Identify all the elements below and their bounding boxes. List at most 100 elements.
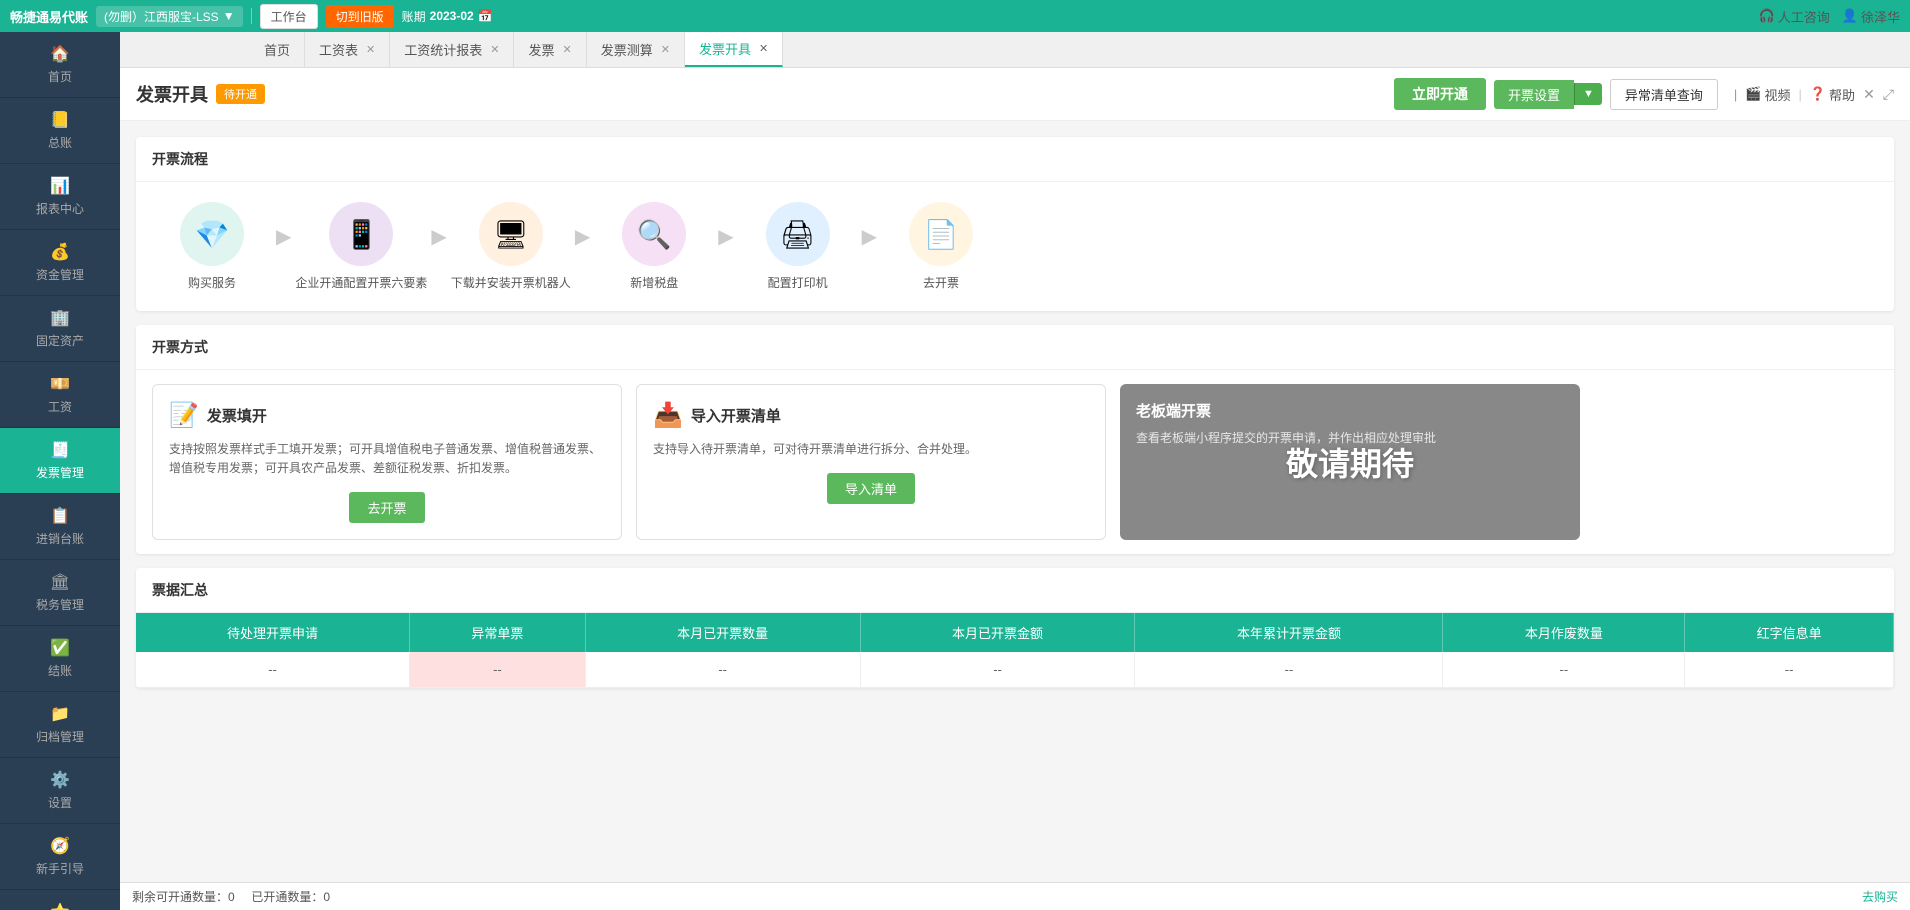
nav-tab-salary_report[interactable]: 工资统计报表✕ — [390, 32, 514, 67]
sidebar-label-invoice_mgmt: 发票管理 — [36, 464, 84, 481]
purchase-icon: 📋 — [50, 506, 70, 526]
tab-close-invoice_tool[interactable]: ✕ — [759, 42, 768, 55]
capital-icon: 💰 — [50, 242, 70, 262]
process-step-download[interactable]: 🖥 下载并安装开票机器人 — [451, 202, 571, 291]
tab-label-home: 首页 — [264, 40, 290, 59]
sidebar-label-reports: 报表中心 — [36, 200, 84, 217]
sidebar-item-invoice_mgmt[interactable]: 🧾发票管理 — [0, 428, 120, 494]
summary-val-4: -- — [1135, 652, 1443, 688]
import-list-button[interactable]: 导入清单 — [827, 473, 915, 504]
process-label-config: 企业开通配置开票六要素 — [295, 274, 427, 291]
user-avatar[interactable]: 👤 徐泽华 — [1842, 7, 1900, 26]
sidebar-item-settings[interactable]: ⚙️设置 — [0, 758, 120, 824]
process-section-header: 开票流程 — [136, 137, 1894, 182]
settings-button-arrow[interactable]: ▼ — [1574, 83, 1602, 105]
process-step-issue[interactable]: 📄 去开票 — [881, 202, 1001, 291]
tab-close-salary_table[interactable]: ✕ — [366, 43, 375, 56]
header-actions: 立即开通 开票设置 ▼ 异常清单查询 | 🎬 视频 | ❓ 帮助 ✕ ⤢ — [1394, 78, 1894, 110]
help-button[interactable]: ❓ 帮助 — [1810, 85, 1855, 104]
page-title-area: 发票开具 待开通 — [136, 81, 265, 107]
sidebar-item-capital[interactable]: 💰资金管理 — [0, 230, 120, 296]
tab-close-invoice_calc[interactable]: ✕ — [661, 43, 670, 56]
summary-table-head: 待处理开票申请异常单票本月已开票数量本月已开票金额本年累计开票金额本月作废数量红… — [136, 613, 1894, 652]
nav-tab-invoice[interactable]: 发票✕ — [514, 32, 586, 67]
settings-button-main[interactable]: 开票设置 — [1494, 80, 1574, 109]
process-step-config[interactable]: 📱 企业开通配置开票六要素 — [295, 202, 427, 291]
salary-icon: 💴 — [50, 374, 70, 394]
manual-icon: 📝 — [169, 401, 199, 430]
assets-icon: 🏢 — [50, 308, 70, 328]
sidebar-item-accounting[interactable]: ✅结账 — [0, 626, 120, 692]
nav-tab-salary_table[interactable]: 工资表✕ — [305, 32, 390, 67]
sidebar-item-ledger[interactable]: 📒总账 — [0, 98, 120, 164]
abnormal-query-button[interactable]: 异常清单查询 — [1610, 79, 1718, 110]
go-issue-button[interactable]: 去开票 — [349, 492, 424, 523]
process-arrow-4: ▶ — [862, 224, 877, 249]
process-flow: 💎 购买服务 ▶ 📱 企业开通配置开票六要素 ▶ 🖥 下载并安装开票机器人 ▶ … — [136, 182, 1894, 311]
resize-button[interactable]: ⤢ — [1883, 86, 1894, 103]
process-section: 开票流程 💎 购买服务 ▶ 📱 企业开通配置开票六要素 ▶ 🖥 下载并安装开票机… — [136, 137, 1894, 311]
sidebar-item-archive[interactable]: 📁 归档管理 — [0, 692, 120, 758]
archive-icon: 📁 — [50, 704, 70, 724]
company-name: (勿删）江西服宝-LSS — [104, 8, 219, 25]
guide-icon: 🧭 — [50, 836, 70, 856]
nav-tab-home[interactable]: 首页 — [250, 32, 305, 67]
top-bar-right: 🎧 人工咨询 👤 徐泽华 — [1759, 7, 1900, 26]
switch-version-button[interactable]: 切到旧版 — [326, 5, 394, 28]
separator: | — [1734, 87, 1737, 102]
summary-table-header-row: 待处理开票申请异常单票本月已开票数量本月已开票金额本年累计开票金额本月作废数量红… — [136, 613, 1894, 652]
sidebar-label-guide: 新手引导 — [36, 860, 84, 877]
process-arrow-1: ▶ — [431, 224, 446, 249]
tab-close-invoice[interactable]: ✕ — [563, 43, 572, 56]
summary-val-3: -- — [860, 652, 1135, 688]
summary-col-2: 本月已开票数量 — [585, 613, 860, 652]
remaining-quota: 剩余可开通数量：0 已开通数量：0 — [132, 888, 330, 905]
video-help-button[interactable]: 🎬 视频 — [1745, 85, 1790, 104]
sidebar-item-assets[interactable]: 🏢固定资产 — [0, 296, 120, 362]
issue-method-section-header: 开票方式 — [136, 325, 1894, 370]
summary-table: 待处理开票申请异常单票本月已开票数量本月已开票金额本年累计开票金额本月作废数量红… — [136, 613, 1894, 688]
buy-link[interactable]: 去购买 — [1862, 888, 1898, 905]
home-icon: 🏠 — [50, 44, 70, 64]
process-icon-buy_service: 💎 — [180, 202, 244, 266]
page-title: 发票开具 — [136, 81, 208, 107]
sidebar-item-home[interactable]: 🏠首页 — [0, 32, 120, 98]
close-tab-button[interactable]: ✕ — [1863, 86, 1875, 103]
nav-tab-invoice_calc[interactable]: 发票测算✕ — [587, 32, 685, 67]
process-step-add_taxboard[interactable]: 🔍 新增税盘 — [594, 202, 714, 291]
nav-tab-invoice_tool[interactable]: 发票开具 ✕ — [685, 32, 783, 67]
tab-close-salary_report[interactable]: ✕ — [490, 43, 499, 56]
summary-val-2: -- — [585, 652, 860, 688]
tab-label-invoice_tool: 发票开具 — [699, 39, 751, 58]
sidebar-item-tax[interactable]: 🏛税务管理 — [0, 560, 120, 626]
divider — [251, 8, 252, 24]
company-selector[interactable]: (勿删）江西服宝-LSS ▼ — [96, 6, 243, 27]
status-badge: 待开通 — [216, 84, 265, 104]
process-step-config_printer[interactable]: 🖨 配置打印机 — [738, 202, 858, 291]
tax-icon: 🏛 — [50, 572, 70, 592]
nav-tabs-bar: 首页工资表✕工资统计报表✕发票✕发票测算✕ 发票开具 ✕ — [120, 32, 1910, 68]
sidebar-item-reports[interactable]: 📊报表中心 — [0, 164, 120, 230]
summary-table-body: -------------- — [136, 652, 1894, 688]
workspace-button[interactable]: 工作台 — [260, 4, 318, 29]
immediate-open-button[interactable]: 立即开通 — [1394, 78, 1486, 110]
main-layout: 🏠首页📒总账📊报表中心💰资金管理🏢固定资产💴工资🧾发票管理📋进销台账🏛税务管理✅… — [0, 32, 1910, 910]
sidebar-item-vip[interactable]: ⭐畅会员 — [0, 890, 120, 910]
process-step-buy_service[interactable]: 💎 购买服务 — [152, 202, 272, 291]
process-icon-add_taxboard: 🔍 — [622, 202, 686, 266]
summary-val-6: -- — [1685, 652, 1894, 688]
process-icon-config_printer: 🖨 — [766, 202, 830, 266]
sidebar-label-archive: 归档管理 — [36, 728, 84, 745]
customer-service-button[interactable]: 🎧 人工咨询 — [1759, 7, 1830, 26]
sidebar-item-salary[interactable]: 💴工资 — [0, 362, 120, 428]
sidebar-item-guide[interactable]: 🧭 新手引导 — [0, 824, 120, 890]
manual-fill-desc: 支持按照发票样式手工填开发票；可开具增值税电子普通发票、增值税普通发票、增值税专… — [169, 440, 605, 478]
process-arrow-3: ▶ — [718, 224, 733, 249]
import-icon: 📥 — [653, 401, 683, 430]
calendar-icon[interactable]: 📅 — [478, 9, 493, 23]
sidebar-item-purchase[interactable]: 📋进销台账 — [0, 494, 120, 560]
summary-val-0: -- — [136, 652, 410, 688]
vip-icon: ⭐ — [50, 902, 70, 910]
summary-col-4: 本年累计开票金额 — [1135, 613, 1443, 652]
process-label-add_taxboard: 新增税盘 — [630, 274, 678, 291]
